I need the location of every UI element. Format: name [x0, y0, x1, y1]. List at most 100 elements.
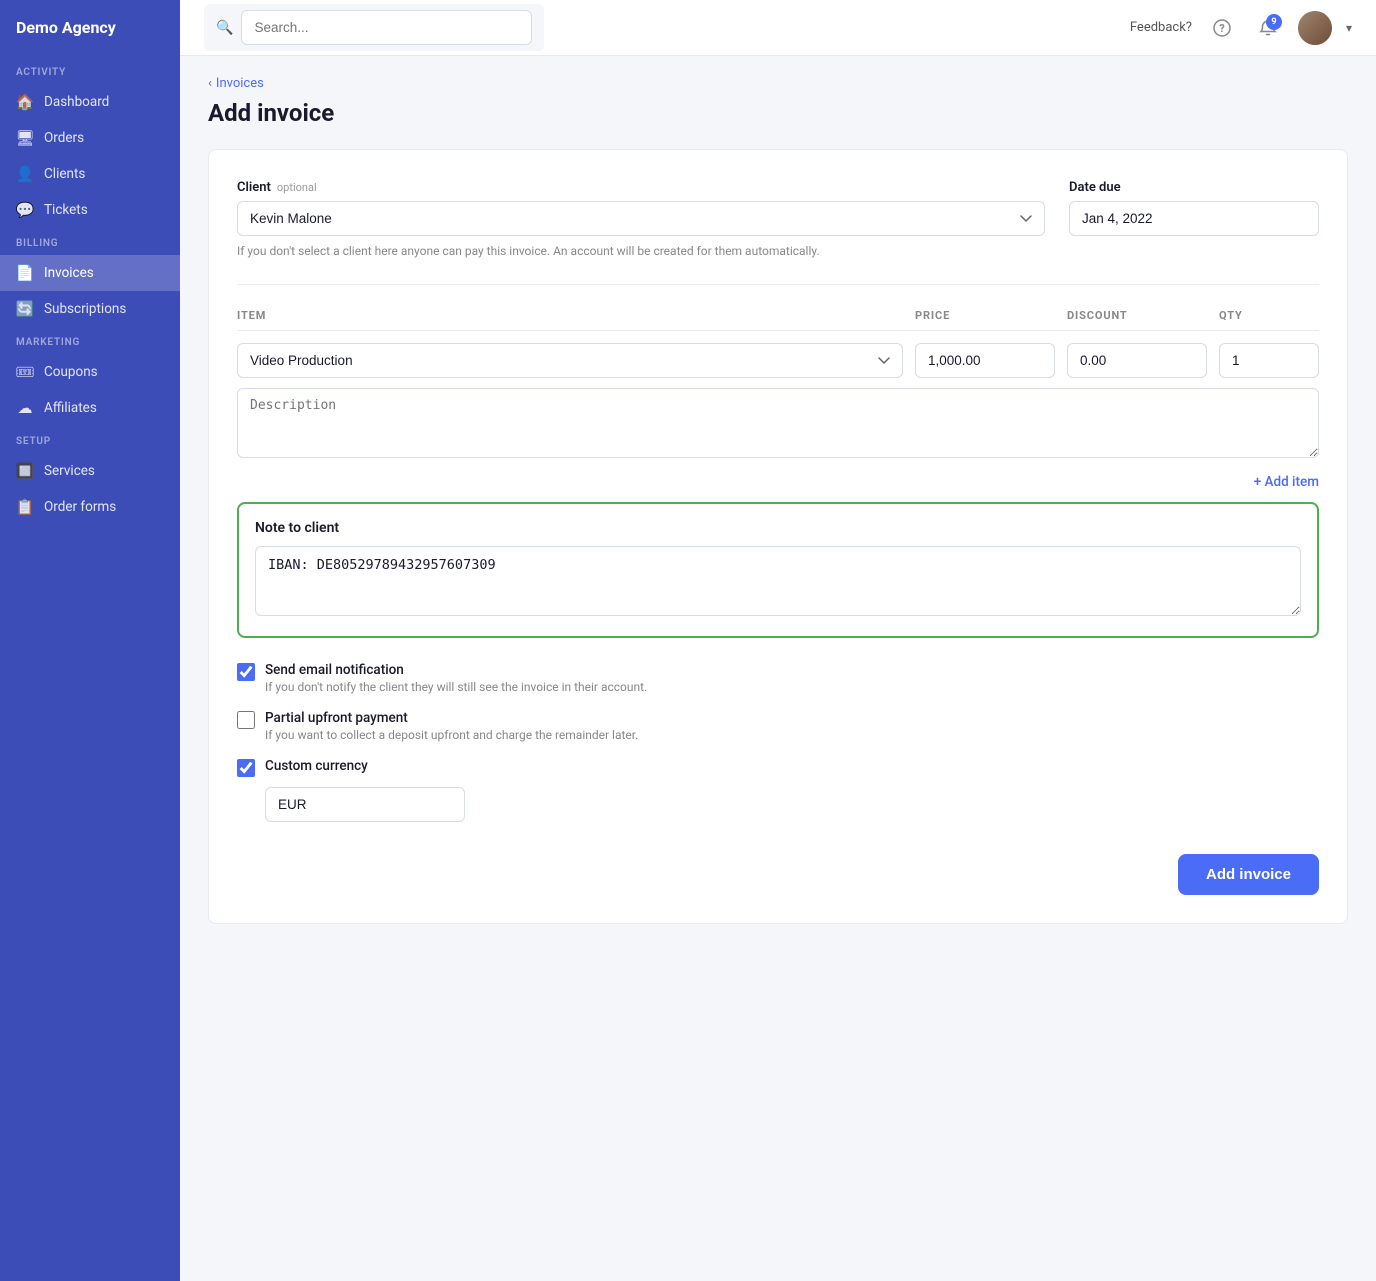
- note-label: Note to client: [255, 520, 1301, 536]
- partial-upfront-row: Partial upfront payment If you want to c…: [237, 710, 1319, 742]
- currency-input[interactable]: [265, 787, 465, 822]
- col-item: ITEM: [237, 309, 903, 322]
- sidebar-item-label: Coupons: [44, 364, 98, 380]
- sidebar-item-clients[interactable]: 👤 Clients: [0, 156, 180, 192]
- page-content: ‹ Invoices Add invoice Client optional K…: [180, 56, 1376, 1281]
- sidebar-item-orders[interactable]: 🖥 Orders: [0, 120, 180, 156]
- sidebar-section-activity: ACTIVITY: [0, 57, 180, 84]
- date-due-field-group: Date due: [1069, 180, 1319, 236]
- send-email-checkbox-item: Send email notification If you don't not…: [237, 662, 1319, 694]
- sidebar-item-affiliates[interactable]: ☁ Affiliates: [0, 390, 180, 426]
- sidebar-item-dashboard[interactable]: 🏠 Dashboard: [0, 84, 180, 120]
- col-price: PRICE: [915, 309, 1055, 322]
- sidebar-section-billing: BILLING: [0, 228, 180, 255]
- sidebar-item-label: Tickets: [44, 202, 88, 218]
- price-input[interactable]: [915, 343, 1055, 378]
- clients-icon: 👤: [16, 165, 34, 183]
- invoices-icon: 📄: [16, 264, 34, 282]
- client-hint: If you don't select a client here anyone…: [237, 242, 1045, 260]
- date-due-input[interactable]: [1069, 201, 1319, 236]
- search-input[interactable]: [241, 10, 532, 45]
- services-icon: 🔲: [16, 462, 34, 480]
- custom-currency-checkbox[interactable]: [237, 759, 255, 777]
- note-textarea[interactable]: [255, 546, 1301, 616]
- qty-input[interactable]: [1219, 343, 1319, 378]
- sidebar-item-subscriptions[interactable]: 🔄 Subscriptions: [0, 291, 180, 327]
- form-card: Client optional Kevin Malone If you don'…: [208, 149, 1348, 924]
- description-textarea[interactable]: [237, 388, 1319, 458]
- add-invoice-button[interactable]: Add invoice: [1178, 854, 1319, 895]
- avatar-chevron-icon[interactable]: ▾: [1346, 21, 1352, 35]
- sidebar-item-coupons[interactable]: 🎟 Coupons: [0, 354, 180, 390]
- send-email-label[interactable]: Send email notification: [265, 662, 647, 678]
- partial-upfront-hint: If you want to collect a deposit upfront…: [265, 728, 638, 742]
- description-row: [237, 388, 1319, 462]
- items-header: ITEM PRICE DISCOUNT QTY: [237, 309, 1319, 331]
- sidebar-item-tickets[interactable]: 💬 Tickets: [0, 192, 180, 228]
- feedback-button[interactable]: Feedback?: [1130, 20, 1192, 35]
- item-select-wrap: Video Production: [237, 343, 903, 378]
- sidebar-item-label: Subscriptions: [44, 301, 126, 317]
- send-email-hint: If you don't notify the client they will…: [265, 680, 647, 694]
- topbar-right: Feedback? ? 9 ▾: [1130, 11, 1352, 45]
- search-box[interactable]: 🔍: [204, 4, 544, 51]
- add-item-link[interactable]: + Add item: [237, 462, 1319, 494]
- sidebar-item-label: Services: [44, 463, 95, 479]
- item-select[interactable]: Video Production: [237, 343, 903, 378]
- partial-upfront-checkbox-item: Partial upfront payment If you want to c…: [237, 710, 1319, 742]
- sidebar-section-setup: SETUP: [0, 426, 180, 453]
- date-due-label: Date due: [1069, 180, 1319, 195]
- sidebar-item-label: Affiliates: [44, 400, 97, 416]
- page-title: Add invoice: [208, 99, 1348, 127]
- custom-currency-checkbox-item: Custom currency: [237, 758, 1319, 777]
- client-label: Client optional: [237, 180, 1045, 195]
- sidebar-section-marketing: MARKETING: [0, 327, 180, 354]
- discount-input[interactable]: [1067, 343, 1207, 378]
- col-qty: QTY: [1219, 309, 1319, 322]
- sidebar: Demo Agency ACTIVITY 🏠 Dashboard 🖥 Order…: [0, 0, 180, 1281]
- svg-text:?: ?: [1219, 22, 1225, 35]
- search-icon: 🔍: [216, 20, 233, 36]
- client-select[interactable]: Kevin Malone: [237, 201, 1045, 236]
- sidebar-item-label: Clients: [44, 166, 85, 182]
- app-logo: Demo Agency: [0, 0, 180, 57]
- coupons-icon: 🎟: [16, 363, 34, 381]
- help-icon[interactable]: ?: [1206, 12, 1238, 44]
- notifications-icon[interactable]: 9: [1252, 12, 1284, 44]
- custom-currency-row: Custom currency: [237, 758, 1319, 822]
- affiliates-icon: ☁: [16, 399, 34, 417]
- send-email-checkbox[interactable]: [237, 663, 255, 681]
- main-content: 🔍 Feedback? ? 9 ▾ ‹ Invoices Add invoice: [180, 0, 1376, 1281]
- items-section: ITEM PRICE DISCOUNT QTY Video Production: [237, 309, 1319, 494]
- note-to-client-section: Note to client: [237, 502, 1319, 638]
- divider-1: [237, 284, 1319, 285]
- subscriptions-icon: 🔄: [16, 300, 34, 318]
- custom-currency-label[interactable]: Custom currency: [265, 758, 368, 774]
- submit-row: Add invoice: [237, 854, 1319, 895]
- sidebar-item-order-forms[interactable]: 📋 Order forms: [0, 489, 180, 525]
- client-optional: optional: [277, 181, 317, 194]
- topbar: 🔍 Feedback? ? 9 ▾: [180, 0, 1376, 56]
- order-forms-icon: 📋: [16, 498, 34, 516]
- send-email-row: Send email notification If you don't not…: [237, 662, 1319, 694]
- item-row: Video Production: [237, 343, 1319, 378]
- breadcrumb[interactable]: ‹ Invoices: [208, 76, 1348, 91]
- sidebar-item-label: Invoices: [44, 265, 94, 281]
- client-date-row: Client optional Kevin Malone If you don'…: [237, 180, 1319, 260]
- notification-count: 9: [1266, 14, 1282, 30]
- breadcrumb-arrow-icon: ‹: [208, 76, 212, 91]
- partial-upfront-label[interactable]: Partial upfront payment: [265, 710, 638, 726]
- client-field-group: Client optional Kevin Malone If you don'…: [237, 180, 1045, 260]
- dashboard-icon: 🏠: [16, 93, 34, 111]
- col-discount: DISCOUNT: [1067, 309, 1207, 322]
- sidebar-item-services[interactable]: 🔲 Services: [0, 453, 180, 489]
- avatar[interactable]: [1298, 11, 1332, 45]
- partial-upfront-checkbox[interactable]: [237, 711, 255, 729]
- sidebar-item-invoices[interactable]: 📄 Invoices: [0, 255, 180, 291]
- breadcrumb-parent: Invoices: [216, 76, 264, 91]
- sidebar-item-label: Order forms: [44, 499, 116, 515]
- orders-icon: 🖥: [16, 129, 34, 147]
- tickets-icon: 💬: [16, 201, 34, 219]
- sidebar-item-label: Dashboard: [44, 94, 109, 110]
- sidebar-item-label: Orders: [44, 130, 84, 146]
